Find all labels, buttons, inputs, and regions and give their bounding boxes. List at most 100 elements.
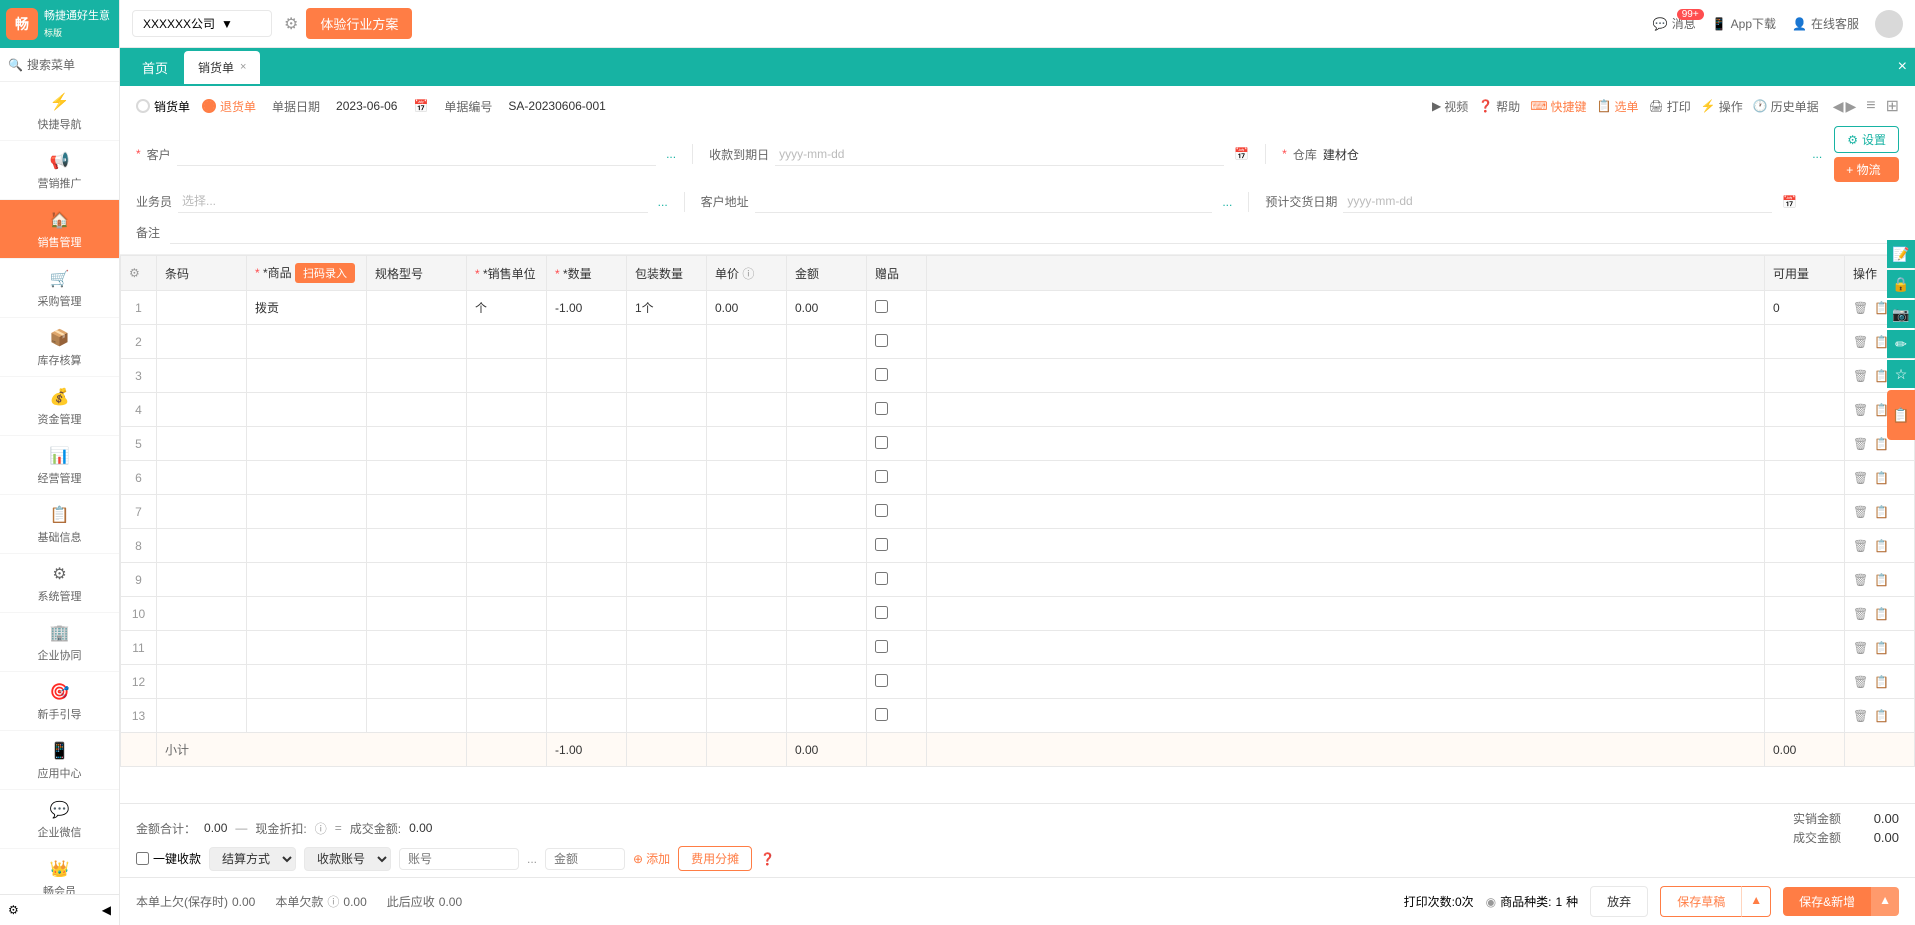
customer-address-dots[interactable]: ... xyxy=(1222,195,1232,209)
price-info-icon[interactable]: ⓘ xyxy=(742,267,754,281)
tab-home[interactable]: 首页 xyxy=(128,50,182,85)
search-menu[interactable]: 🔍 搜索菜单 xyxy=(0,48,119,82)
debt-info-icon[interactable]: ⓘ xyxy=(327,893,339,910)
row-qty[interactable]: -1.00 xyxy=(547,291,627,325)
copy-icon[interactable]: 📋 xyxy=(1874,505,1889,519)
account-select[interactable]: 收款账号 xyxy=(304,847,391,871)
delivery-date-input[interactable] xyxy=(1343,190,1772,213)
settings-button[interactable]: ⚙ 设置 xyxy=(1834,126,1899,153)
action-select[interactable]: 📋 选单 xyxy=(1597,98,1639,115)
product-type-radio-icon[interactable]: ◉ xyxy=(1486,895,1496,909)
radio-sales[interactable]: 销货单 xyxy=(136,98,190,115)
nav-prev-icon[interactable]: ◀ xyxy=(1833,98,1844,115)
sidebar-item-guide[interactable]: 🎯 新手引导 xyxy=(0,672,119,731)
copy-icon[interactable]: 📋 xyxy=(1874,709,1889,723)
salesperson-dots[interactable]: ... xyxy=(658,195,668,209)
sidebar-item-sales[interactable]: 🏠 销售管理 xyxy=(0,200,119,259)
sidebar-item-wechat[interactable]: 💬 企业微信 xyxy=(0,790,119,849)
sidebar-item-marketing[interactable]: 📢 营销推广 xyxy=(0,141,119,200)
row-pkgqty[interactable]: 1个 xyxy=(627,291,707,325)
message-action[interactable]: 💬 消息 99+ xyxy=(1653,15,1696,32)
abandon-button[interactable]: 放弃 xyxy=(1590,886,1648,917)
sidebar-item-operation[interactable]: 📊 经营管理 xyxy=(0,436,119,495)
due-date-input[interactable] xyxy=(775,143,1224,166)
one-click-payment-checkbox[interactable]: 一键收款 xyxy=(136,850,201,867)
sidebar-item-member[interactable]: 👑 畅会员 xyxy=(0,849,119,894)
float-lock-button[interactable]: 🔒 xyxy=(1887,270,1915,298)
delete-icon[interactable]: 🗑 xyxy=(1853,641,1868,655)
tab-close-icon[interactable]: × xyxy=(240,61,246,73)
action-print[interactable]: 🖨 打印 xyxy=(1649,98,1691,115)
copy-icon[interactable]: 📋 xyxy=(1874,471,1889,485)
sidebar-item-quick-nav[interactable]: ⚡ 快捷导航 xyxy=(0,82,119,141)
scan-button[interactable]: 扫码录入 xyxy=(295,263,355,283)
settings-gear-icon[interactable]: ⚙ xyxy=(8,903,19,917)
account-dots[interactable]: ... xyxy=(527,852,537,866)
save-new-button[interactable]: 保存&新增 xyxy=(1783,887,1871,916)
user-avatar[interactable] xyxy=(1875,10,1903,38)
delete-icon[interactable]: 🗑 xyxy=(1853,369,1868,383)
delete-icon[interactable]: 🗑 xyxy=(1853,471,1868,485)
account-number-input[interactable] xyxy=(399,848,519,870)
delete-icon[interactable]: 🗑 xyxy=(1853,301,1868,315)
float-action-button[interactable]: 📋 xyxy=(1887,390,1915,440)
sidebar-item-basic[interactable]: 📋 基础信息 xyxy=(0,495,119,554)
float-edit-button[interactable]: ✏ xyxy=(1887,330,1915,358)
one-click-payment-check[interactable] xyxy=(136,852,149,865)
company-selector[interactable]: XXXXXX公司 ▼ xyxy=(132,10,272,37)
row-amount[interactable]: 0.00 xyxy=(787,291,867,325)
delete-icon[interactable]: 🗑 xyxy=(1853,675,1868,689)
trial-button[interactable]: 体验行业方案 xyxy=(306,8,412,39)
customer-input[interactable] xyxy=(177,143,656,166)
copy-icon[interactable]: 📋 xyxy=(1874,573,1889,587)
delete-icon[interactable]: 🗑 xyxy=(1853,403,1868,417)
online-service-action[interactable]: 👤 在线客服 xyxy=(1792,15,1859,32)
action-shortcut[interactable]: ⌨ 快捷键 xyxy=(1530,98,1586,115)
sidebar-item-enterprise[interactable]: 🏢 企业协同 xyxy=(0,613,119,672)
radio-return[interactable]: 退货单 xyxy=(202,98,256,115)
action-help[interactable]: ❓ 帮助 xyxy=(1478,98,1520,115)
float-camera-button[interactable]: 📷 xyxy=(1887,300,1915,328)
delete-icon[interactable]: 🗑 xyxy=(1853,505,1868,519)
copy-icon[interactable]: 📋 xyxy=(1874,607,1889,621)
action-video[interactable]: ▶ 视频 xyxy=(1432,98,1468,115)
save-draft-button[interactable]: 保存草稿 xyxy=(1660,886,1741,917)
action-operate[interactable]: ⚡ 操作 xyxy=(1701,98,1743,115)
copy-icon[interactable]: 📋 xyxy=(1874,539,1889,553)
table-settings-icon[interactable]: ⚙ xyxy=(129,266,140,280)
tab-close-main-icon[interactable]: × xyxy=(1898,58,1907,76)
delete-icon[interactable]: 🗑 xyxy=(1853,607,1868,621)
delete-icon[interactable]: 🗑 xyxy=(1853,709,1868,723)
sidebar-item-appstore[interactable]: 📱 应用中心 xyxy=(0,731,119,790)
row-spec[interactable] xyxy=(367,291,467,325)
row-barcode[interactable] xyxy=(157,291,247,325)
sidebar-item-system[interactable]: ⚙ 系统管理 xyxy=(0,554,119,613)
float-star-button[interactable]: ☆ xyxy=(1887,360,1915,388)
logistics-button[interactable]: + 物流 xyxy=(1834,157,1899,182)
calendar-icon[interactable]: 📅 xyxy=(413,99,428,113)
sidebar-item-purchase[interactable]: 🛒 采购管理 xyxy=(0,259,119,318)
discount-info-icon[interactable]: ⓘ xyxy=(315,820,327,837)
settlement-select[interactable]: 结算方式 xyxy=(209,847,296,871)
collapse-icon[interactable]: ◀ xyxy=(102,903,111,917)
customer-address-input[interactable] xyxy=(755,190,1213,213)
customer-dots[interactable]: ... xyxy=(666,147,676,161)
delete-icon[interactable]: 🗑 xyxy=(1853,335,1868,349)
delete-icon[interactable]: 🗑 xyxy=(1853,539,1868,553)
amount-input[interactable] xyxy=(545,848,625,870)
note-input[interactable] xyxy=(170,221,1899,244)
delivery-calendar-icon[interactable]: 📅 xyxy=(1782,195,1797,209)
float-note-button[interactable]: 📝 xyxy=(1887,240,1915,268)
row-gift[interactable] xyxy=(867,291,927,325)
nav-next-icon[interactable]: ▶ xyxy=(1845,98,1856,115)
save-new-arrow[interactable]: ▲ xyxy=(1871,887,1899,916)
tab-current[interactable]: 销货单 × xyxy=(184,51,260,84)
row-product[interactable]: 拨贡 xyxy=(247,291,367,325)
sidebar-item-finance[interactable]: 💰 资金管理 xyxy=(0,377,119,436)
header-gear-icon[interactable]: ⚙ xyxy=(284,14,298,34)
sidebar-item-inventory[interactable]: 📦 库存核算 xyxy=(0,318,119,377)
grid-view-icon[interactable]: ⊞ xyxy=(1886,96,1899,116)
delete-icon[interactable]: 🗑 xyxy=(1853,573,1868,587)
save-draft-arrow[interactable]: ▲ xyxy=(1741,886,1771,917)
row-price[interactable]: 0.00 xyxy=(707,291,787,325)
